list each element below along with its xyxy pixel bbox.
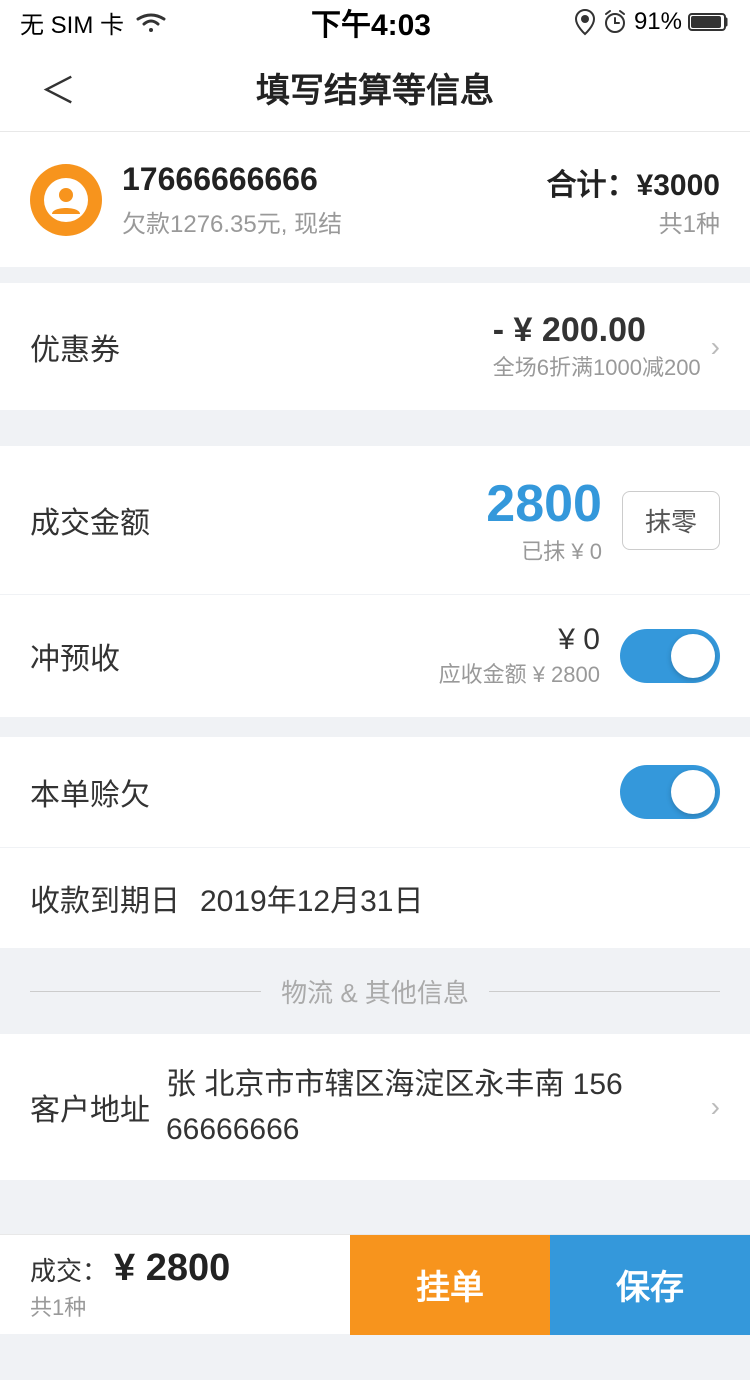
arrear-toggle[interactable] (620, 765, 720, 819)
battery-icon (688, 11, 730, 33)
transaction-sub: 已抹 ¥ 0 (486, 534, 602, 566)
due-date-value: 2019年12月31日 (200, 876, 423, 920)
coupon-right: - ¥ 200.00 全场6折满1000减200 › (493, 311, 720, 382)
arrear-toggle-knob (671, 770, 715, 814)
battery-percent: 91% (634, 8, 682, 36)
back-button[interactable]: ＜ (30, 52, 86, 124)
coupon-row[interactable]: 优惠券 - ¥ 200.00 全场6折满1000减200 › (0, 283, 750, 410)
coupon-amount: - ¥ 200.00 (493, 311, 701, 350)
prepayment-amount: ¥ 0 (439, 623, 600, 657)
wifi-icon (134, 10, 168, 34)
avatar (30, 164, 102, 236)
page-title: 填写结算等信息 (256, 63, 494, 112)
prepayment-row: 冲预收 ¥ 0 应收金额 ¥ 2800 (0, 595, 750, 717)
form-section-1: 成交金额 2800 已抹 ¥ 0 抹零 冲预收 ¥ 0 应收金额 ¥ 2800 (0, 446, 750, 717)
coupon-label: 优惠券 (30, 325, 120, 369)
address-label: 客户地址 (30, 1085, 150, 1129)
logistics-line-right (489, 991, 720, 992)
bottom-transaction-label: 成交： (30, 1251, 108, 1288)
customer-debt: 欠款1276.35元, 现结 (122, 204, 342, 239)
due-date-label: 收款到期日 (30, 876, 180, 920)
prepayment-toggle-knob (671, 634, 715, 678)
arrear-label: 本单赊欠 (30, 770, 150, 814)
nav-bar: ＜ 填写结算等信息 (0, 44, 750, 132)
due-date-row: 收款到期日 2019年12月31日 (0, 848, 750, 949)
coupon-detail: 全场6折满1000减200 (493, 350, 701, 382)
customer-right: 合计：¥3000 共1种 (547, 160, 720, 239)
transaction-row: 成交金额 2800 已抹 ¥ 0 抹零 (0, 446, 750, 595)
status-left: 无 SIM 卡 (20, 5, 168, 40)
status-time: 下午4:03 (311, 0, 431, 44)
prepayment-amount-col: ¥ 0 应收金额 ¥ 2800 (439, 623, 600, 689)
hang-button[interactable]: 挂单 (350, 1235, 550, 1335)
transaction-label: 成交金额 (30, 498, 150, 542)
customer-phone: 17666666666 (122, 161, 342, 198)
transaction-right: 2800 已抹 ¥ 0 抹零 (486, 474, 720, 566)
sim-text: 无 SIM 卡 (20, 5, 124, 40)
prepayment-toggle[interactable] (620, 629, 720, 683)
logistics-line-left (30, 991, 261, 992)
alarm-icon (602, 8, 628, 36)
section-gap-2 (0, 717, 750, 737)
address-chevron-icon: › (711, 1091, 720, 1123)
bottom-info: 成交： ¥ 2800 共1种 (0, 1247, 350, 1322)
status-bar: 无 SIM 卡 下午4:03 91% (0, 0, 750, 44)
coupon-chevron-icon: › (711, 331, 720, 363)
bottom-count: 共1种 (30, 1290, 320, 1322)
save-button[interactable]: 保存 (550, 1235, 750, 1335)
section-gap-1 (0, 426, 750, 446)
location-icon (574, 8, 596, 36)
transaction-amount: 2800 (486, 474, 602, 534)
logistics-divider: 物流 & 其他信息 (0, 949, 750, 1034)
customer-card: 17666666666 欠款1276.35元, 现结 合计：¥3000 共1种 (0, 132, 750, 267)
total-count: 共1种 (547, 204, 720, 239)
arrear-row: 本单赊欠 (0, 737, 750, 848)
bottom-amount: ¥ 2800 (114, 1247, 230, 1290)
round-button[interactable]: 抹零 (622, 491, 720, 550)
address-value: 张 北京市市辖区海淀区永丰南 156 66666666 (166, 1062, 695, 1152)
customer-info: 17666666666 欠款1276.35元, 现结 (122, 161, 342, 239)
bottom-bar: 成交： ¥ 2800 共1种 挂单 保存 (0, 1234, 750, 1334)
address-row[interactable]: 客户地址 张 北京市市辖区海淀区永丰南 156 66666666 › (0, 1034, 750, 1180)
status-right: 91% (574, 8, 730, 36)
prepayment-right: ¥ 0 应收金额 ¥ 2800 (439, 623, 720, 689)
prepayment-receivable: 应收金额 ¥ 2800 (439, 657, 600, 689)
customer-left: 17666666666 欠款1276.35元, 现结 (30, 161, 342, 239)
total-amount: 合计：¥3000 (547, 160, 720, 204)
avatar-icon (44, 178, 88, 222)
logistics-text: 物流 & 其他信息 (281, 973, 469, 1010)
prepayment-label: 冲预收 (30, 634, 120, 678)
